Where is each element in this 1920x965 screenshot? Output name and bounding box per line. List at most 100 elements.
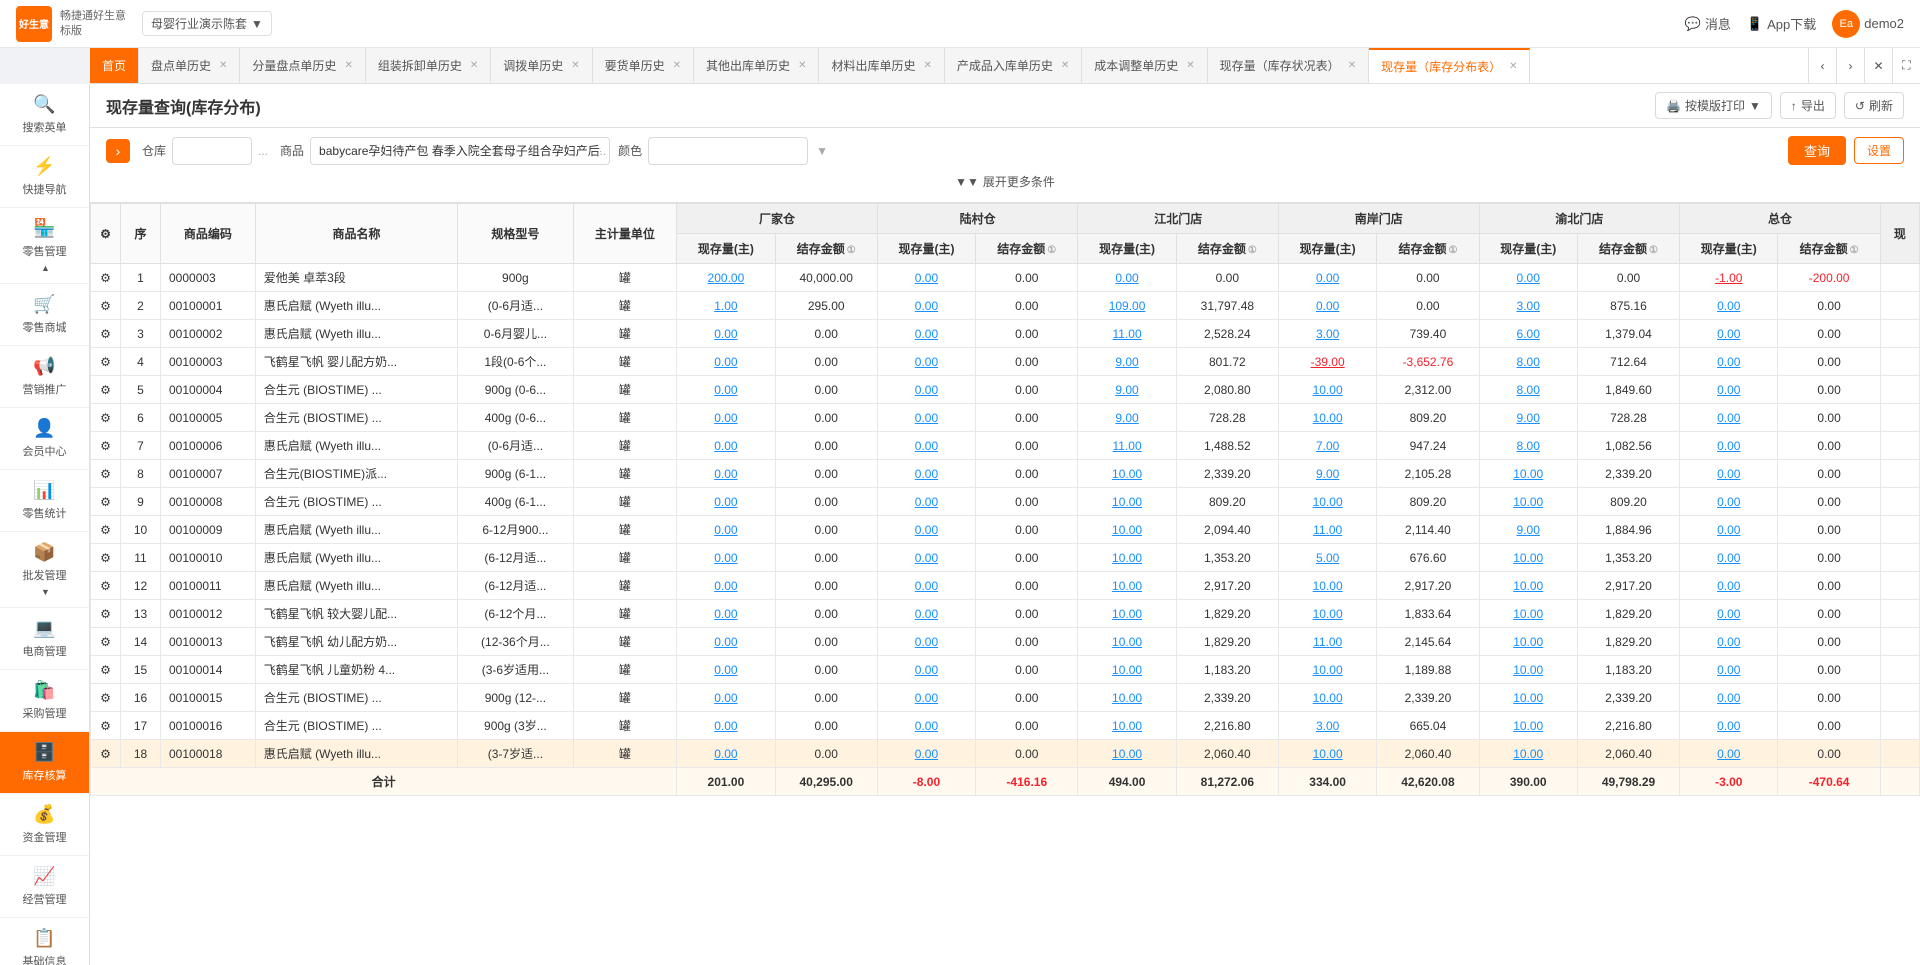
- row-lc-qty[interactable]: 0.00: [877, 740, 975, 768]
- row-fc-qty[interactable]: 1.00: [677, 292, 775, 320]
- row-na-qty[interactable]: -39.00: [1279, 348, 1377, 376]
- row-settings[interactable]: ⚙: [91, 488, 121, 516]
- row-lc-qty[interactable]: 0.00: [877, 656, 975, 684]
- row-lc-qty[interactable]: 0.00: [877, 404, 975, 432]
- warehouse-more-btn[interactable]: ...: [258, 144, 268, 158]
- row-settings[interactable]: ⚙: [91, 544, 121, 572]
- row-zc-qty[interactable]: 0.00: [1680, 740, 1778, 768]
- messages-btn[interactable]: 💬 消息: [1685, 14, 1731, 33]
- row-na-qty[interactable]: 9.00: [1279, 460, 1377, 488]
- tab-sub-inventory-history[interactable]: 分量盘点单历史 ✕: [240, 48, 365, 84]
- row-zc-qty[interactable]: 0.00: [1680, 292, 1778, 320]
- row-jb-qty[interactable]: 9.00: [1078, 348, 1176, 376]
- row-jb-qty[interactable]: 10.00: [1078, 628, 1176, 656]
- sidebar-item-ecommerce[interactable]: 💻 电商管理: [0, 608, 89, 670]
- row-na-qty[interactable]: 11.00: [1279, 628, 1377, 656]
- tab-close-icon[interactable]: ✕: [1509, 61, 1517, 72]
- row-zc-qty[interactable]: 0.00: [1680, 712, 1778, 740]
- row-fc-qty[interactable]: 0.00: [677, 376, 775, 404]
- row-settings[interactable]: ⚙: [91, 376, 121, 404]
- sidebar-item-basics[interactable]: 📋 基础信息: [0, 918, 89, 965]
- row-lc-qty[interactable]: 0.00: [877, 600, 975, 628]
- row-zc-qty[interactable]: 0.00: [1680, 460, 1778, 488]
- sidebar-item-retail-mall[interactable]: 🛒 零售商城: [0, 284, 89, 346]
- row-yb-qty[interactable]: 10.00: [1479, 628, 1577, 656]
- row-fc-qty[interactable]: 0.00: [677, 320, 775, 348]
- row-zc-qty[interactable]: 0.00: [1680, 656, 1778, 684]
- row-fc-qty[interactable]: 0.00: [677, 740, 775, 768]
- tab-expand-btn[interactable]: ⛶: [1892, 48, 1920, 84]
- row-zc-qty[interactable]: -1.00: [1680, 264, 1778, 292]
- row-yb-qty[interactable]: 10.00: [1479, 460, 1577, 488]
- row-yb-qty[interactable]: 3.00: [1479, 292, 1577, 320]
- row-settings[interactable]: ⚙: [91, 264, 121, 292]
- row-na-qty[interactable]: 5.00: [1279, 544, 1377, 572]
- sidebar-item-wholesale[interactable]: 📦 批发管理 ▼: [0, 532, 89, 608]
- row-lc-qty[interactable]: 0.00: [877, 684, 975, 712]
- row-fc-qty[interactable]: 0.00: [677, 600, 775, 628]
- print-btn[interactable]: 🖨️ 按模版打印 ▼: [1655, 92, 1772, 119]
- table-wrapper[interactable]: ⚙ 序 商品编码 商品名称 规格型号 主计量单位 厂家仓 陆村仓 江北门店 南岸…: [90, 203, 1920, 965]
- tab-inventory-distribution[interactable]: 现存量（库存分布表） ✕: [1369, 48, 1530, 84]
- row-settings[interactable]: ⚙: [91, 572, 121, 600]
- tab-close-icon[interactable]: ✕: [344, 60, 352, 71]
- row-lc-qty[interactable]: 0.00: [877, 488, 975, 516]
- row-settings[interactable]: ⚙: [91, 348, 121, 376]
- row-jb-qty[interactable]: 9.00: [1078, 376, 1176, 404]
- row-jb-qty[interactable]: 9.00: [1078, 404, 1176, 432]
- filter-expand-btn[interactable]: ›: [106, 139, 130, 163]
- warehouse-input[interactable]: [172, 137, 252, 165]
- tab-close-icon[interactable]: ✕: [219, 60, 227, 71]
- row-zc-qty[interactable]: 0.00: [1680, 544, 1778, 572]
- row-na-qty[interactable]: 10.00: [1279, 656, 1377, 684]
- tab-close-icon[interactable]: ✕: [923, 60, 931, 71]
- row-yb-qty[interactable]: 10.00: [1479, 572, 1577, 600]
- row-fc-qty[interactable]: 200.00: [677, 264, 775, 292]
- row-fc-qty[interactable]: 0.00: [677, 404, 775, 432]
- row-na-qty[interactable]: 0.00: [1279, 292, 1377, 320]
- row-settings[interactable]: ⚙: [91, 740, 121, 768]
- sidebar-item-members[interactable]: 👤 会员中心: [0, 408, 89, 470]
- row-settings[interactable]: ⚙: [91, 432, 121, 460]
- row-fc-qty[interactable]: 0.00: [677, 572, 775, 600]
- row-jb-qty[interactable]: 10.00: [1078, 600, 1176, 628]
- tab-close-icon[interactable]: ✕: [470, 60, 478, 71]
- row-lc-qty[interactable]: 0.00: [877, 628, 975, 656]
- row-lc-qty[interactable]: 0.00: [877, 460, 975, 488]
- row-zc-qty[interactable]: 0.00: [1680, 572, 1778, 600]
- row-settings[interactable]: ⚙: [91, 516, 121, 544]
- row-fc-qty[interactable]: 0.00: [677, 460, 775, 488]
- row-yb-qty[interactable]: 10.00: [1479, 684, 1577, 712]
- row-lc-qty[interactable]: 0.00: [877, 348, 975, 376]
- color-input[interactable]: [648, 137, 808, 165]
- row-lc-qty[interactable]: 0.00: [877, 292, 975, 320]
- row-fc-qty[interactable]: 0.00: [677, 712, 775, 740]
- refresh-btn[interactable]: ↺ 刷新: [1844, 92, 1904, 119]
- row-lc-qty[interactable]: 0.00: [877, 712, 975, 740]
- row-jb-qty[interactable]: 10.00: [1078, 544, 1176, 572]
- tab-close-icon[interactable]: ✕: [1186, 60, 1194, 71]
- tab-close-icon[interactable]: ✕: [798, 60, 806, 71]
- export-btn[interactable]: ↑ 导出: [1780, 92, 1836, 119]
- row-settings[interactable]: ⚙: [91, 712, 121, 740]
- row-jb-qty[interactable]: 10.00: [1078, 460, 1176, 488]
- row-fc-qty[interactable]: 0.00: [677, 628, 775, 656]
- row-lc-qty[interactable]: 0.00: [877, 544, 975, 572]
- row-na-qty[interactable]: 10.00: [1279, 740, 1377, 768]
- row-na-qty[interactable]: 0.00: [1279, 264, 1377, 292]
- tab-inventory-status[interactable]: 现存量（库存状况表） ✕: [1208, 48, 1369, 84]
- row-yb-qty[interactable]: 10.00: [1479, 740, 1577, 768]
- row-fc-qty[interactable]: 0.00: [677, 656, 775, 684]
- row-jb-qty[interactable]: 109.00: [1078, 292, 1176, 320]
- tab-transfer-history[interactable]: 调拨单历史 ✕: [491, 48, 592, 84]
- row-jb-qty[interactable]: 11.00: [1078, 320, 1176, 348]
- row-na-qty[interactable]: 10.00: [1279, 600, 1377, 628]
- row-yb-qty[interactable]: 10.00: [1479, 544, 1577, 572]
- app-download-btn[interactable]: 📱 App下载: [1747, 14, 1816, 33]
- row-na-qty[interactable]: 3.00: [1279, 320, 1377, 348]
- row-jb-qty[interactable]: 11.00: [1078, 432, 1176, 460]
- row-lc-qty[interactable]: 0.00: [877, 572, 975, 600]
- expand-conditions-btn[interactable]: ▼▼ 展开更多条件: [947, 169, 1063, 194]
- row-zc-qty[interactable]: 0.00: [1680, 348, 1778, 376]
- row-na-qty[interactable]: 10.00: [1279, 404, 1377, 432]
